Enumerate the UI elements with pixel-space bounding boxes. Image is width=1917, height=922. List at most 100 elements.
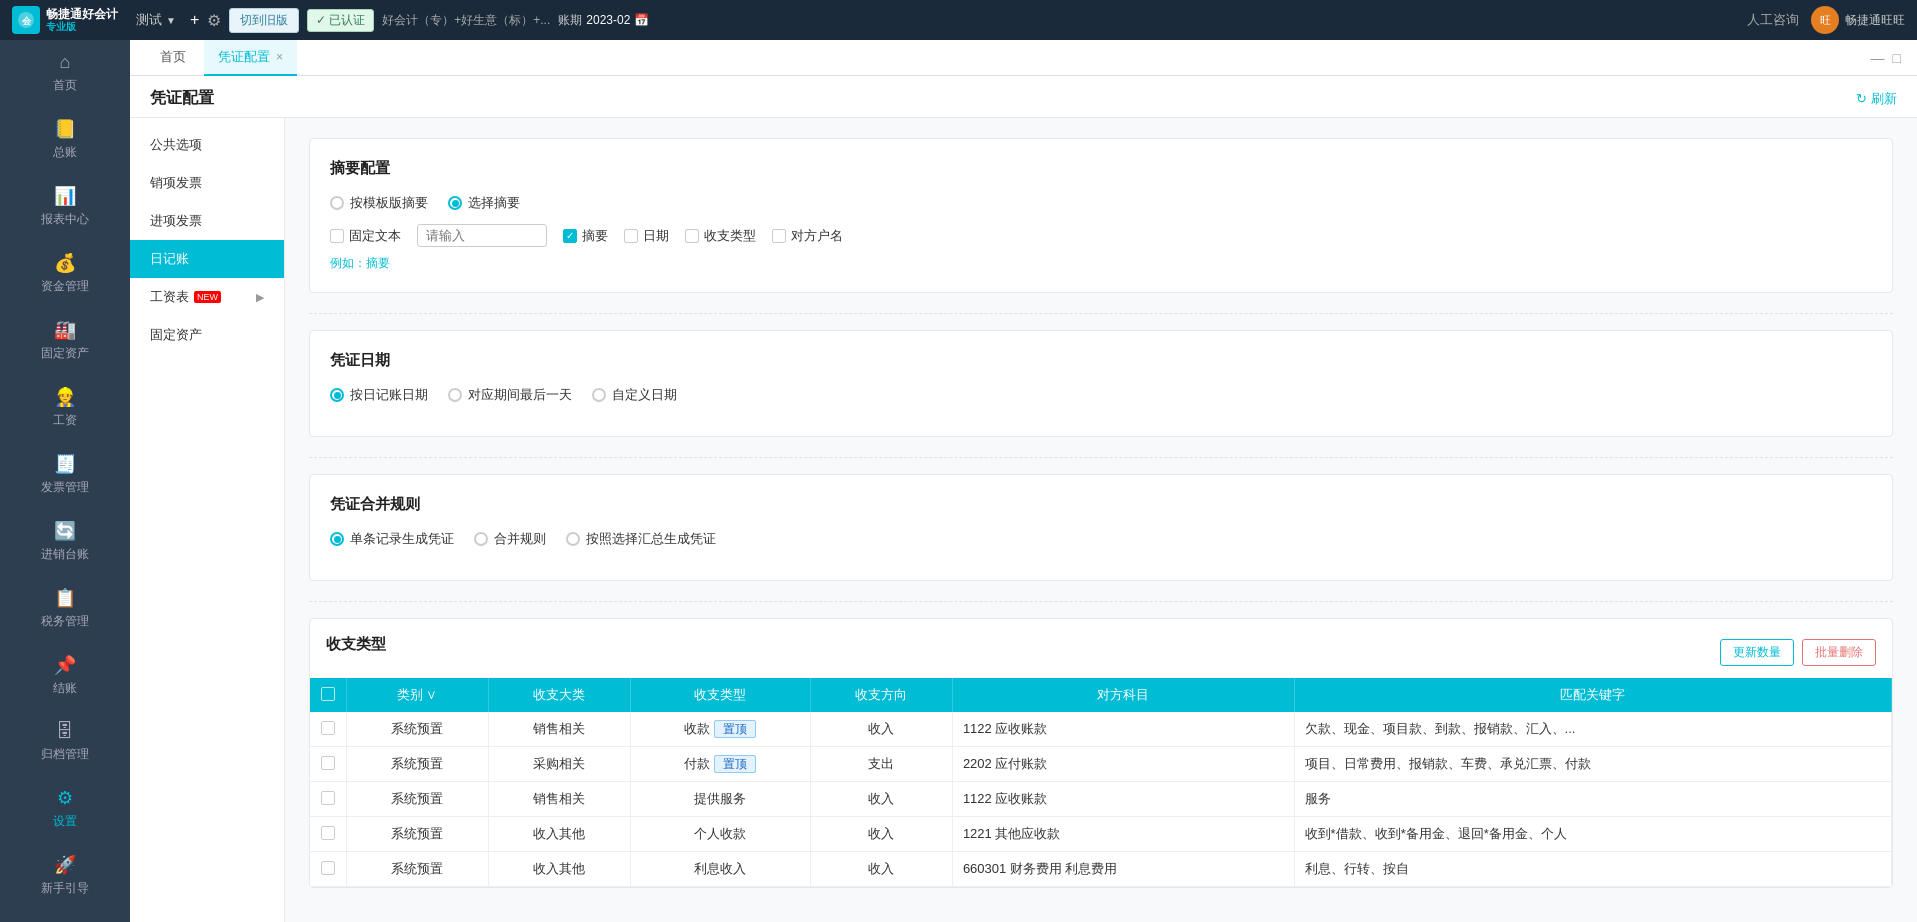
radio-template-summary[interactable]: 按模板版摘要 (330, 194, 428, 212)
help-link[interactable]: 人工咨询 (1747, 11, 1799, 29)
sidebar-item-settings[interactable]: ⚙ 设置 (0, 775, 130, 842)
switch-version-button[interactable]: 切到旧版 (229, 8, 299, 33)
tab-voucher-config[interactable]: 凭证配置 × (204, 40, 297, 76)
sidebar-item-home[interactable]: ⌂ 首页 (0, 40, 130, 106)
app-name: 畅捷通好会计 (46, 7, 118, 21)
new-badge: NEW (194, 291, 221, 303)
sidebar-label-home: 首页 (53, 77, 77, 94)
fixed-text-input[interactable] (417, 224, 547, 247)
tab-bar: 首页 凭证配置 × — □ (130, 40, 1917, 76)
radio-select-summary[interactable]: 选择摘要 (448, 194, 520, 212)
row-type-1: 收款 置顶 (630, 712, 810, 747)
funds-icon: 💰 (54, 252, 76, 274)
sidebar-item-member[interactable]: 👑 畅会员 (0, 909, 130, 922)
row-category-5: 系统预置 (346, 852, 488, 887)
sidebar-label-guide: 新手引导 (41, 880, 89, 897)
table-row: 系统预置 收入其他 利息收入 收入 660301 财务费用 利息费用 利息、行转… (310, 852, 1892, 887)
sidebar-item-closing[interactable]: 📌 结账 (0, 642, 130, 709)
main-content: 摘要配置 按模板版摘要 选择摘要 (285, 118, 1917, 922)
radio-template-circle (330, 196, 344, 210)
table-actions: 更新数量 批量删除 (1720, 639, 1876, 666)
sidebar-label-invoice: 发票管理 (41, 479, 89, 496)
custom-date-label: 自定义日期 (612, 386, 677, 404)
checkbox-type[interactable]: 收支类型 (685, 227, 756, 245)
sidebar-item-payroll[interactable]: 👷 工资 (0, 374, 130, 441)
table-row: 系统预置 销售相关 提供服务 收入 1122 应收账款 服务 (310, 782, 1892, 817)
row-major-2: 采购相关 (488, 747, 630, 782)
radio-summary-gen[interactable]: 按照选择汇总生成凭证 (566, 530, 716, 548)
sidebar-label-ledger: 总账 (53, 144, 77, 161)
row-direction-4: 收入 (810, 817, 952, 852)
income-expense-header: 收支类型 更新数量 批量删除 (310, 619, 1892, 678)
sidebar-item-funds[interactable]: 💰 资金管理 (0, 240, 130, 307)
sidebar-item-tax[interactable]: 📋 税务管理 (0, 575, 130, 642)
row-keywords-4: 收到*借款、收到*备用金、退回*备用金、个人 (1294, 817, 1891, 852)
nav-item-sales[interactable]: 销项发票 (130, 164, 284, 202)
th-checkbox[interactable] (310, 678, 346, 712)
calendar-icon[interactable]: 📅 (634, 13, 649, 27)
sidebar-label-fixed-assets: 固定资产 (41, 345, 89, 362)
batch-delete-btn[interactable]: 批量删除 (1802, 639, 1876, 666)
tab-home[interactable]: 首页 (146, 40, 200, 76)
checkbox-counterparty[interactable]: 对方户名 (772, 227, 843, 245)
single-circle (330, 532, 344, 546)
voucher-date-radio-group: 按日记账日期 对应期间最后一天 自定义日期 (330, 386, 1872, 404)
payroll-icon: 👷 (54, 386, 76, 408)
checkbox-fixed-text[interactable]: 固定文本 (330, 227, 401, 245)
select-all-checkbox[interactable] (321, 687, 335, 701)
radio-merge[interactable]: 合并规则 (474, 530, 546, 548)
checkbox-summary[interactable]: ✓ 摘要 (563, 227, 608, 245)
row-major-4: 收入其他 (488, 817, 630, 852)
tab-close-button[interactable]: × (276, 50, 283, 64)
type-checkbox-box (685, 229, 699, 243)
row-keywords-1: 欠款、现金、项目款、到款、报销款、汇入、... (1294, 712, 1891, 747)
row-account-1: 1122 应收账款 (952, 712, 1294, 747)
nav-item-public[interactable]: 公共选项 (130, 126, 284, 164)
company-selector[interactable]: 测试 ▼ (136, 11, 176, 29)
update-btn[interactable]: 更新数量 (1720, 639, 1794, 666)
nav-item-purchase[interactable]: 进项发票 (130, 202, 284, 240)
nav-item-journal[interactable]: 日记账 (130, 240, 284, 278)
sidebar-item-ledger[interactable]: 📒 总账 (0, 106, 130, 173)
refresh-button[interactable]: ↻ 刷新 (1856, 90, 1897, 108)
app-sub: 专业版 (46, 21, 118, 33)
sidebar-item-guide[interactable]: 🚀 新手引导 (0, 842, 130, 909)
account-tags: 好会计（专）+好生意（标）+... (382, 12, 550, 29)
radio-journal-date[interactable]: 按日记账日期 (330, 386, 428, 404)
ledger-icon: 📒 (54, 118, 76, 140)
home-icon: ⌂ (60, 52, 71, 73)
maximize-button[interactable]: □ (1893, 50, 1901, 66)
sidebar-item-archive[interactable]: 🗄 归档管理 (0, 709, 130, 775)
row-type-tag-2[interactable]: 置顶 (714, 755, 756, 773)
tab-bar-right: — □ (1871, 50, 1901, 66)
single-label: 单条记录生成凭证 (350, 530, 454, 548)
radio-single[interactable]: 单条记录生成凭证 (330, 530, 454, 548)
sidebar-item-invoice[interactable]: 🧾 发票管理 (0, 441, 130, 508)
row-keywords-3: 服务 (1294, 782, 1891, 817)
sidebar-item-fixed-assets[interactable]: 🏭 固定资产 (0, 307, 130, 374)
sidebar-label-tax: 税务管理 (41, 613, 89, 630)
summary-section: 摘要配置 按模板版摘要 选择摘要 (309, 138, 1893, 293)
nav-item-payroll[interactable]: 工资表 NEW ▶ (130, 278, 284, 316)
settings-button[interactable]: ⚙ (207, 11, 221, 30)
counterparty-checkbox-box (772, 229, 786, 243)
chevron-right-icon: ▶ (256, 291, 264, 304)
minimize-button[interactable]: — (1871, 50, 1885, 66)
nav-item-fixed-assets[interactable]: 固定资产 (130, 316, 284, 354)
row-type-tag-1[interactable]: 置顶 (714, 720, 756, 738)
row-checkbox-2[interactable] (310, 747, 346, 782)
row-direction-3: 收入 (810, 782, 952, 817)
checkbox-date[interactable]: 日期 (624, 227, 669, 245)
sidebar-item-reports[interactable]: 📊 报表中心 (0, 173, 130, 240)
row-account-2: 2202 应付账款 (952, 747, 1294, 782)
add-button[interactable]: + (190, 11, 199, 29)
sidebar-item-purchase-sales[interactable]: 🔄 进销台账 (0, 508, 130, 575)
radio-custom-date[interactable]: 自定义日期 (592, 386, 677, 404)
row-checkbox-1[interactable] (310, 712, 346, 747)
radio-period-last[interactable]: 对应期间最后一天 (448, 386, 572, 404)
row-checkbox-3[interactable] (310, 782, 346, 817)
row-checkbox-4[interactable] (310, 817, 346, 852)
user-info[interactable]: 旺 畅捷通旺旺 (1811, 6, 1905, 34)
app-logo: 会 畅捷通好会计 专业版 (12, 6, 118, 34)
row-checkbox-5[interactable] (310, 852, 346, 887)
